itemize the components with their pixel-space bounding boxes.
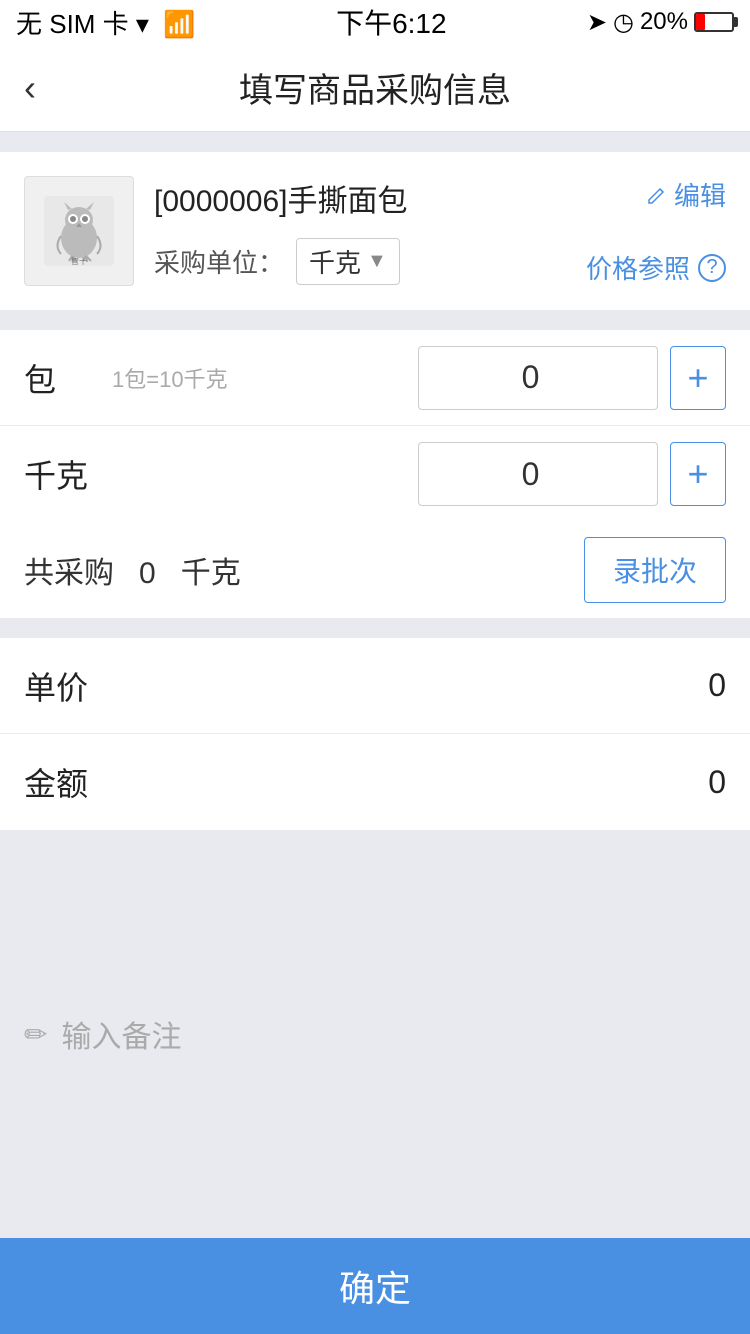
total-text: 共采购 0 千克: [24, 548, 241, 592]
product-logo: 智十: [44, 196, 114, 266]
price-ref-label: 价格参照: [586, 249, 690, 286]
bao-label: 包: [24, 355, 104, 401]
mid-divider-2: [0, 618, 750, 638]
kg-row: 千克 +: [0, 426, 750, 522]
top-divider: [0, 132, 750, 152]
product-card: 智十 [0000006]手撕面包 采购单位： 千克 ▼ 编辑 价格参照 ?: [0, 152, 750, 310]
help-icon: ?: [698, 254, 726, 282]
record-batch-button[interactable]: 录批次: [584, 537, 726, 603]
total-prefix: 共采购: [24, 557, 114, 590]
battery-icon: [694, 12, 734, 32]
bao-input[interactable]: [418, 346, 658, 410]
product-name: [0000006]手撕面包: [154, 176, 726, 220]
confirm-button[interactable]: 确定: [0, 1238, 750, 1334]
price-label: 单价: [24, 663, 88, 709]
price-row: 单价 0: [0, 638, 750, 734]
page-title: 填写商品采购信息: [239, 63, 511, 112]
status-right: ➤ ◷ 20%: [587, 8, 734, 37]
edit-button[interactable]: 编辑: [646, 176, 726, 213]
mid-divider-1: [0, 310, 750, 330]
battery-percent: 20%: [640, 8, 688, 36]
edit-icon: [646, 184, 668, 206]
total-unit: 千克: [181, 557, 241, 590]
kg-label: 千克: [24, 451, 104, 497]
note-placeholder: 输入备注: [61, 1012, 181, 1056]
product-image: 智十: [24, 176, 134, 286]
amount-label: 金额: [24, 759, 88, 805]
unit-value: 千克: [309, 243, 361, 280]
bao-input-wrapper: +: [228, 346, 726, 410]
location-icon: ➤: [587, 8, 607, 37]
total-quantity: 0: [139, 557, 156, 590]
price-value: 0: [708, 667, 726, 704]
note-section[interactable]: ✏ 输入备注: [0, 830, 750, 1238]
bao-plus-button[interactable]: +: [670, 346, 726, 410]
bao-row: 包 1包=10千克 +: [0, 330, 750, 426]
pencil-icon: ✏: [24, 1018, 47, 1051]
svg-text:智十: 智十: [71, 256, 87, 266]
amount-row: 金额 0: [0, 734, 750, 830]
status-left: 无 SIM 卡 ▾ 📶: [16, 4, 196, 41]
confirm-label: 确定: [339, 1260, 411, 1312]
kg-plus-button[interactable]: +: [670, 442, 726, 506]
total-row: 共采购 0 千克 录批次: [0, 522, 750, 618]
kg-input-wrapper: +: [104, 442, 726, 506]
detail-section: 单价 0 金额 0: [0, 638, 750, 830]
status-time: 下午6:12: [336, 2, 447, 42]
price-ref-button[interactable]: 价格参照 ?: [586, 249, 726, 286]
amount-value: 0: [708, 764, 726, 801]
status-bar: 无 SIM 卡 ▾ 📶 下午6:12 ➤ ◷ 20%: [0, 0, 750, 44]
unit-arrow-icon: ▼: [367, 250, 387, 273]
unit-selector[interactable]: 千克 ▼: [296, 238, 400, 285]
kg-input[interactable]: [418, 442, 658, 506]
alarm-icon: ◷: [613, 8, 634, 37]
back-button[interactable]: ‹: [24, 67, 36, 109]
unit-label: 采购单位：: [154, 243, 284, 280]
input-section: 包 1包=10千克 + 千克 +: [0, 330, 750, 522]
nav-bar: ‹ 填写商品采购信息: [0, 44, 750, 132]
bao-sublabel: 1包=10千克: [112, 362, 228, 394]
